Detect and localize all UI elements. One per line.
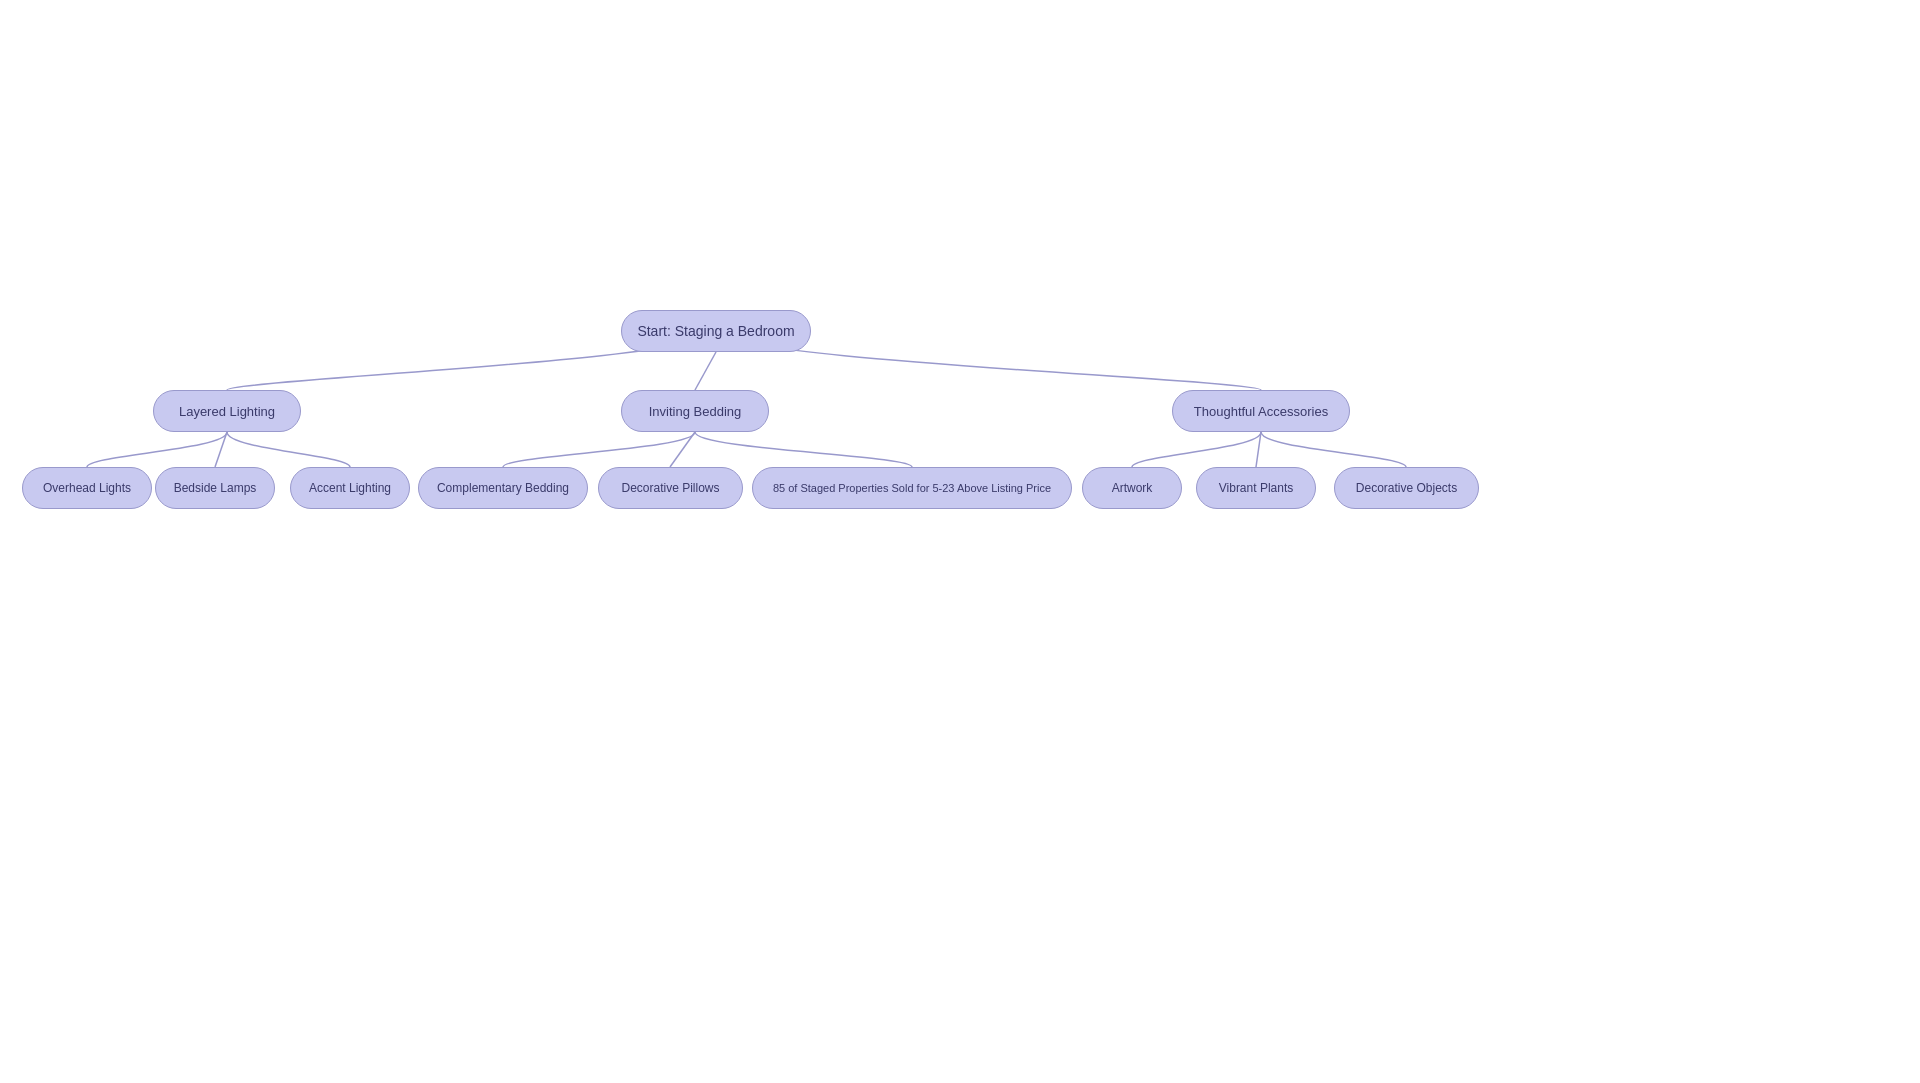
bedside-lamps-node: Bedside Lamps	[155, 467, 275, 509]
overhead-lights-node: Overhead Lights	[22, 467, 152, 509]
layered-lighting-node: Layered Lighting	[153, 390, 301, 432]
decorative-pillows-node: Decorative Pillows	[598, 467, 743, 509]
decorative-objects-node: Decorative Objects	[1334, 467, 1479, 509]
diagram-container: Start: Staging a Bedroom Layered Lightin…	[0, 0, 1920, 1083]
artwork-node: Artwork	[1082, 467, 1182, 509]
connectors-svg	[0, 0, 1920, 1083]
inviting-bedding-node: Inviting Bedding	[621, 390, 769, 432]
vibrant-plants-node: Vibrant Plants	[1196, 467, 1316, 509]
complementary-bedding-node: Complementary Bedding	[418, 467, 588, 509]
staged-properties-node: 85 of Staged Properties Sold for 5-23 Ab…	[752, 467, 1072, 509]
thoughtful-accessories-node: Thoughtful Accessories	[1172, 390, 1350, 432]
root-node: Start: Staging a Bedroom	[621, 310, 811, 352]
accent-lighting-node: Accent Lighting	[290, 467, 410, 509]
